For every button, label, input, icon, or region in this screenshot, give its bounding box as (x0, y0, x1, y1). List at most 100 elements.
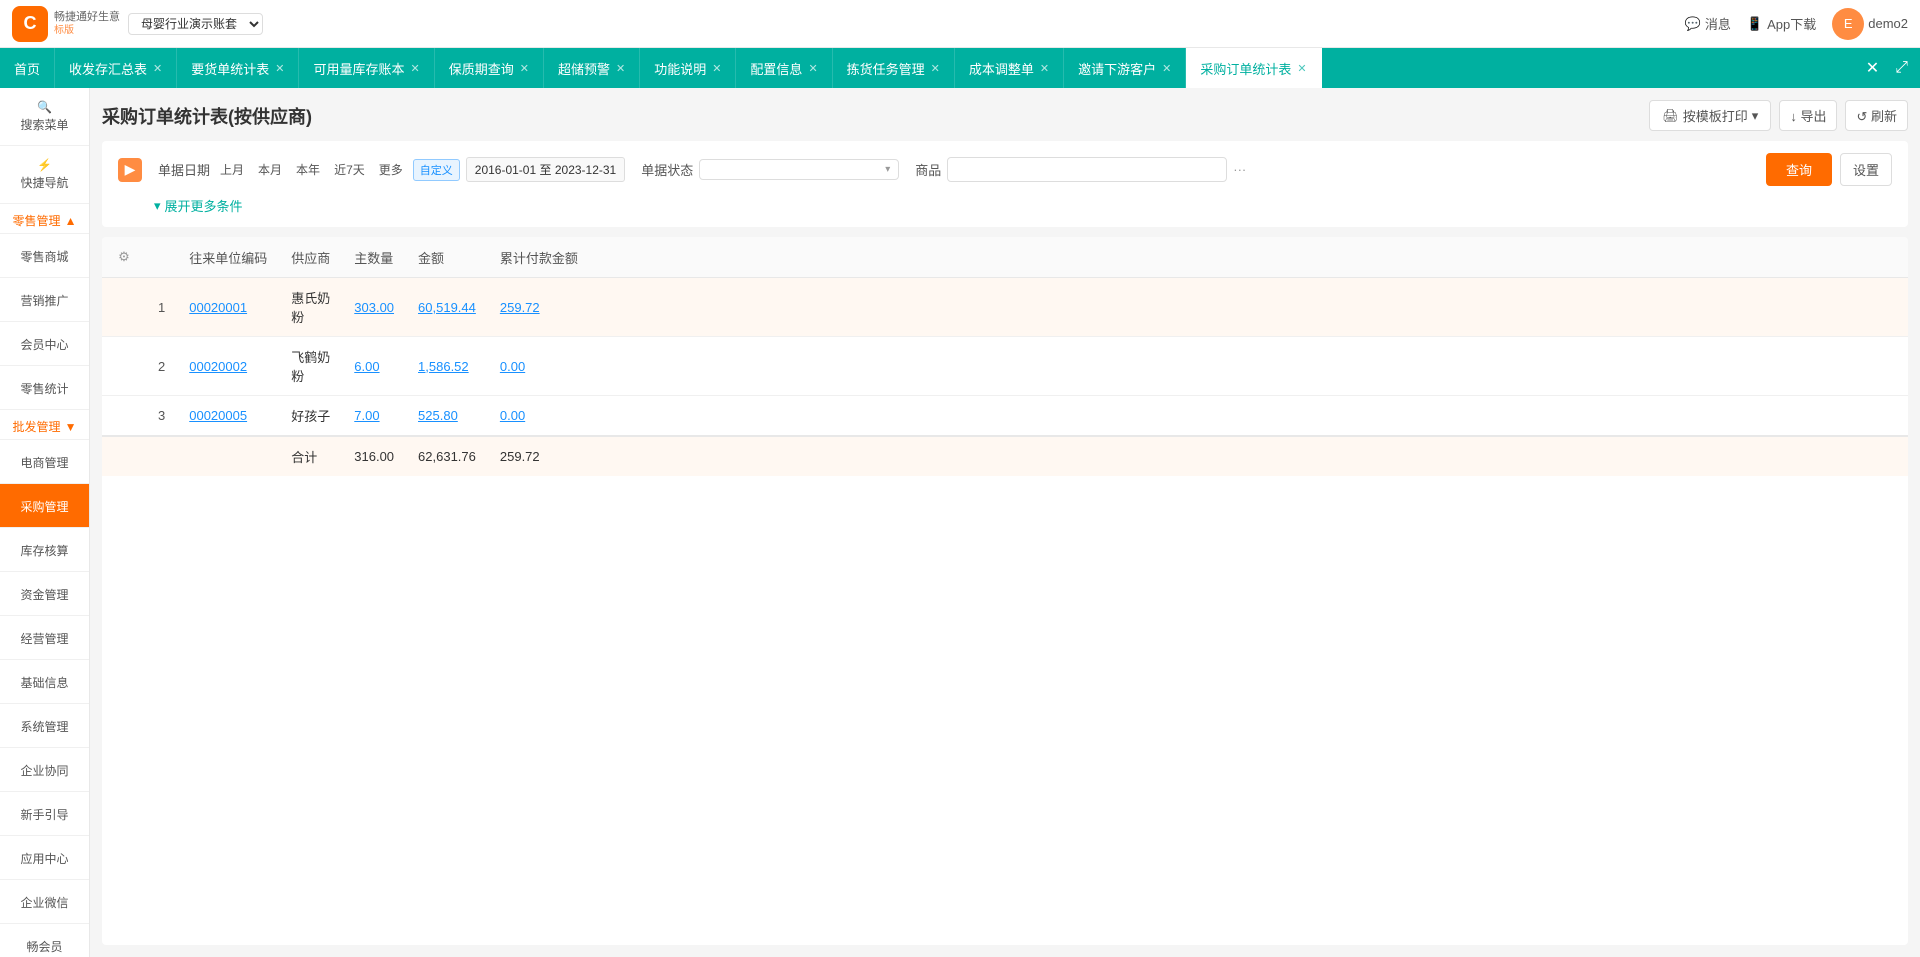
breadcrumb-area: 母婴行业演示账套 (128, 13, 263, 35)
export-icon: ↓ (1790, 109, 1797, 124)
custom-badge[interactable]: 自定义 (413, 159, 460, 181)
sidebar-item-system[interactable]: 系统管理 (0, 704, 89, 748)
tab-home[interactable]: 首页 (0, 48, 55, 88)
sidebar-section-batch[interactable]: 批发管理 ▼ (0, 410, 89, 440)
close-icon[interactable]: ✕ (808, 62, 817, 75)
close-icon[interactable]: ✕ (1162, 62, 1171, 75)
message-btn[interactable]: 💬 消息 (1685, 14, 1731, 33)
dropdown-arrow-icon: ▾ (885, 164, 890, 175)
logo-text: 畅捷通好生意 标版 (54, 10, 120, 37)
col-amount: 金额 (406, 237, 488, 278)
date-shortcuts: 上月 本月 本年 近7天 更多 自定义 (216, 159, 460, 181)
app-download-btn[interactable]: 📱 App下载 (1747, 14, 1816, 33)
nav-tabs-right: ✕ ⤢ (1862, 54, 1920, 82)
col-supplier: 供应商 (279, 237, 342, 278)
top-bar-right: 💬 消息 📱 App下载 E demo2 (1685, 8, 1908, 40)
tab-keyongliang[interactable]: 可用量库存账本 ✕ (299, 48, 434, 88)
sidebar-item-member[interactable]: 会员中心 (0, 322, 89, 366)
close-icon[interactable]: ✕ (616, 62, 625, 75)
shortcut-more[interactable]: 更多 (375, 159, 407, 181)
export-button[interactable]: ↓ 导出 (1779, 100, 1837, 131)
tab-tuohuo[interactable]: 拣货任务管理 ✕ (833, 48, 955, 88)
tab-gongneng[interactable]: 功能说明 ✕ (640, 48, 736, 88)
refresh-button[interactable]: ↺ 刷新 (1845, 100, 1908, 131)
chevron-down-icon: ▾ (1752, 108, 1759, 124)
expand-more-button[interactable]: ▾ 展开更多条件 (154, 196, 243, 215)
table-header: ⚙ 往来单位编码 供应商 主数量 金额 累计付款金额 (102, 237, 1908, 278)
sidebar-item-search[interactable]: 🔍 搜索菜单 (0, 88, 89, 146)
sidebar-item-appcenter[interactable]: 应用中心 (0, 836, 89, 880)
sidebar-item-retail-stat[interactable]: 零售统计 (0, 366, 89, 410)
table-footer: 合计 316.00 62,631.76 259.72 (102, 436, 1908, 476)
settings-icon[interactable]: ⚙ (114, 247, 134, 267)
sidebar-item-vip[interactable]: 畅会员 (0, 924, 89, 957)
sidebar-item-wechat[interactable]: 企业微信 (0, 880, 89, 924)
close-icon[interactable]: ✕ (931, 62, 940, 75)
sidebar-item-inventory[interactable]: 库存核算 (0, 528, 89, 572)
tab-chengben[interactable]: 成本调整单 ✕ (955, 48, 1064, 88)
chevron-up-icon: ▲ (65, 214, 77, 228)
col-extra (590, 237, 1908, 278)
col-settings[interactable]: ⚙ (102, 237, 146, 278)
page-title: 采购订单统计表(按供应商) (102, 103, 312, 129)
tab-yaoqing[interactable]: 邀请下游客户 ✕ (1064, 48, 1186, 88)
sidebar-item-basic[interactable]: 基础信息 (0, 660, 89, 704)
close-icon[interactable]: ✕ (1297, 62, 1306, 75)
sidebar-item-enterprise[interactable]: 企业协同 (0, 748, 89, 792)
query-button[interactable]: 查询 (1766, 153, 1832, 186)
close-icon[interactable]: ✕ (1040, 62, 1049, 75)
close-icon[interactable]: ✕ (520, 62, 529, 75)
shortcut-icon: ⚡ (0, 158, 89, 172)
shortcut-this-year[interactable]: 本年 (292, 159, 324, 181)
account-select[interactable]: 母婴行业演示账套 (128, 13, 263, 35)
table-row: 2 00020002 飞鹤奶粉 6.00 1,586.52 0.00 (102, 337, 1908, 396)
more-options-icon[interactable]: ··· (1233, 162, 1246, 177)
tab-baozhi[interactable]: 保质期查询 ✕ (435, 48, 544, 88)
date-range-text[interactable]: 2016-01-01 至 2023-12-31 (466, 157, 625, 182)
sidebar-item-ecommerce[interactable]: 电商管理 (0, 440, 89, 484)
tab-yaohuo[interactable]: 要货单统计表 ✕ (177, 48, 299, 88)
tab-caigou[interactable]: 采购订单统计表 ✕ (1186, 48, 1321, 88)
filter-goods-item: 商品 ··· (915, 157, 1246, 182)
filter-row-1: ▶ 单据日期 上月 本月 本年 近7天 更多 自定义 2016-01-01 至 (118, 153, 1892, 186)
col-index (146, 237, 177, 278)
sidebar-item-operation[interactable]: 经营管理 (0, 616, 89, 660)
filter-collapse-button[interactable]: ▶ (118, 158, 142, 182)
sidebar-item-marketing[interactable]: 营销推广 (0, 278, 89, 322)
filter-status-item: 单据状态 ▾ (641, 159, 899, 180)
sidebar-section-retail[interactable]: 零售管理 ▲ (0, 204, 89, 234)
sidebar-item-retail-shop[interactable]: 零售商城 (0, 234, 89, 278)
sidebar-item-newguide[interactable]: 新手引导 (0, 792, 89, 836)
data-table: ⚙ 往来单位编码 供应商 主数量 金额 累计付款金额 1 (102, 237, 1908, 476)
template-print-button[interactable]: 🖨 按模板打印 ▾ (1649, 100, 1771, 131)
shortcut-7days[interactable]: 近7天 (330, 159, 369, 181)
tab-shoufahui[interactable]: 收发存汇总表 ✕ (55, 48, 177, 88)
top-bar-left: C 畅捷通好生意 标版 母婴行业演示账套 (12, 6, 263, 42)
filter-actions: 查询 设置 (1766, 153, 1892, 186)
table-row: 1 00020001 惠氏奶粉 303.00 60,519.44 259.72 (102, 278, 1908, 337)
table-row: 3 00020005 好孩子 7.00 525.80 0.00 (102, 396, 1908, 437)
shortcut-this-month[interactable]: 本月 (254, 159, 286, 181)
settings-button[interactable]: 设置 (1840, 153, 1892, 186)
close-icon[interactable]: ✕ (153, 62, 162, 75)
filter-row-2: ▾ 展开更多条件 (118, 196, 1892, 215)
close-icon[interactable]: ✕ (712, 62, 721, 75)
status-select[interactable]: ▾ (699, 159, 899, 180)
close-icon[interactable]: ✕ (411, 62, 420, 75)
nav-expand-btn[interactable]: ⤢ (1891, 55, 1912, 81)
sidebar-item-finance[interactable]: 资金管理 (0, 572, 89, 616)
shortcut-last-month[interactable]: 上月 (216, 159, 248, 181)
tab-chaochu[interactable]: 超储预警 ✕ (544, 48, 640, 88)
user-avatar-area[interactable]: E demo2 (1832, 8, 1908, 40)
sidebar-item-shortcut[interactable]: ⚡ 快捷导航 (0, 146, 89, 204)
nav-close-btn[interactable]: ✕ (1862, 54, 1883, 82)
sidebar-item-purchase[interactable]: 采购管理 (0, 484, 89, 528)
table-container: ⚙ 往来单位编码 供应商 主数量 金额 累计付款金额 1 (102, 237, 1908, 945)
close-icon[interactable]: ✕ (275, 62, 284, 75)
logo-area: C 畅捷通好生意 标版 (12, 6, 120, 42)
tab-peizhi[interactable]: 配置信息 ✕ (736, 48, 832, 88)
search-icon: 🔍 (0, 100, 89, 114)
goods-input[interactable] (947, 157, 1227, 182)
filter-date-item: 单据日期 上月 本月 本年 近7天 更多 自定义 2016-01-01 至 20… (158, 157, 625, 182)
print-icon: 🖨 (1662, 108, 1679, 124)
